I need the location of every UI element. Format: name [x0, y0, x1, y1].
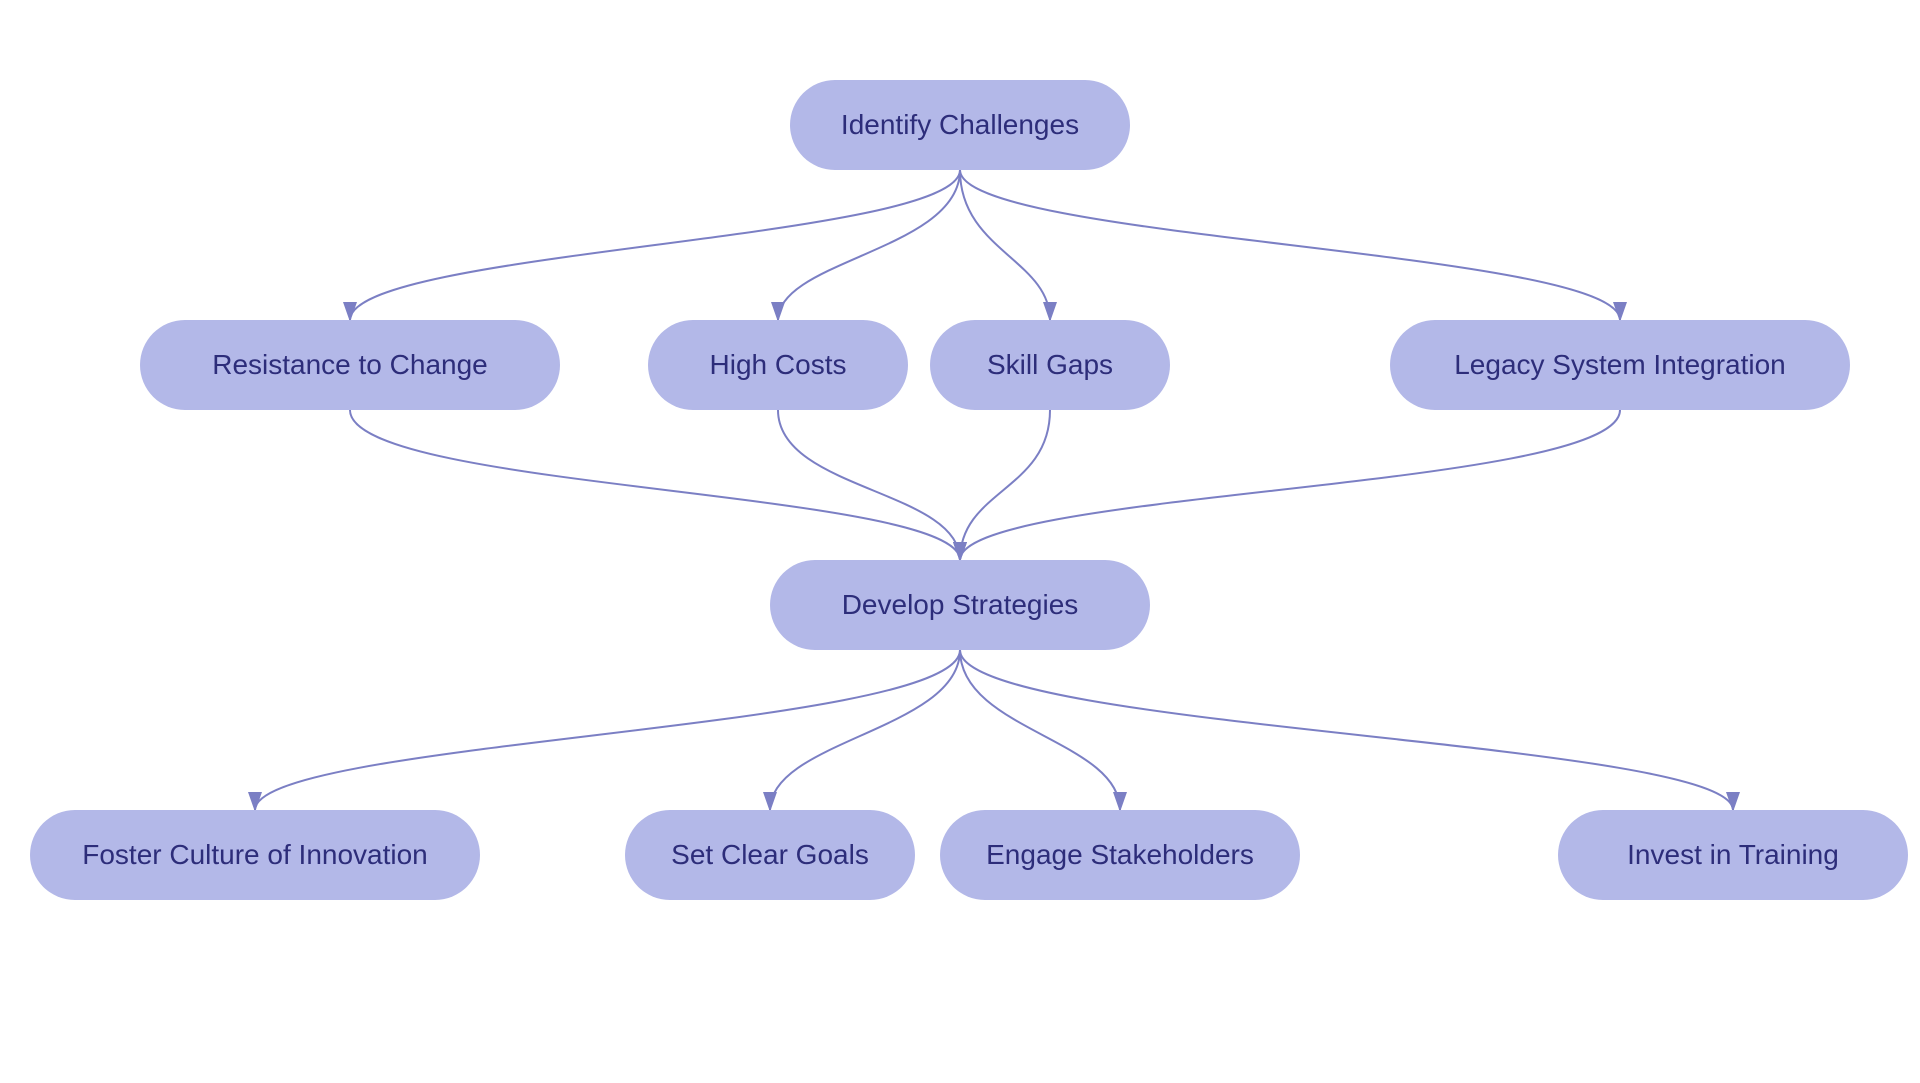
- node-invest-label: Invest in Training: [1627, 839, 1839, 871]
- node-resistance-label: Resistance to Change: [212, 349, 488, 381]
- node-engage: Engage Stakeholders: [940, 810, 1300, 900]
- node-setclear-label: Set Clear Goals: [671, 839, 869, 871]
- node-legacy-label: Legacy System Integration: [1454, 349, 1786, 381]
- node-develop-label: Develop Strategies: [842, 589, 1079, 621]
- node-engage-label: Engage Stakeholders: [986, 839, 1254, 871]
- node-setclear: Set Clear Goals: [625, 810, 915, 900]
- node-highcosts: High Costs: [648, 320, 908, 410]
- node-highcosts-label: High Costs: [710, 349, 847, 381]
- node-skillgaps: Skill Gaps: [930, 320, 1170, 410]
- node-skillgaps-label: Skill Gaps: [987, 349, 1113, 381]
- node-foster-label: Foster Culture of Innovation: [82, 839, 428, 871]
- node-identify-label: Identify Challenges: [841, 109, 1079, 141]
- node-identify: Identify Challenges: [790, 80, 1130, 170]
- node-invest: Invest in Training: [1558, 810, 1908, 900]
- node-resistance: Resistance to Change: [140, 320, 560, 410]
- node-legacy: Legacy System Integration: [1390, 320, 1850, 410]
- node-foster: Foster Culture of Innovation: [30, 810, 480, 900]
- diagram-container: Identify Challenges Resistance to Change…: [0, 0, 1920, 1083]
- node-develop: Develop Strategies: [770, 560, 1150, 650]
